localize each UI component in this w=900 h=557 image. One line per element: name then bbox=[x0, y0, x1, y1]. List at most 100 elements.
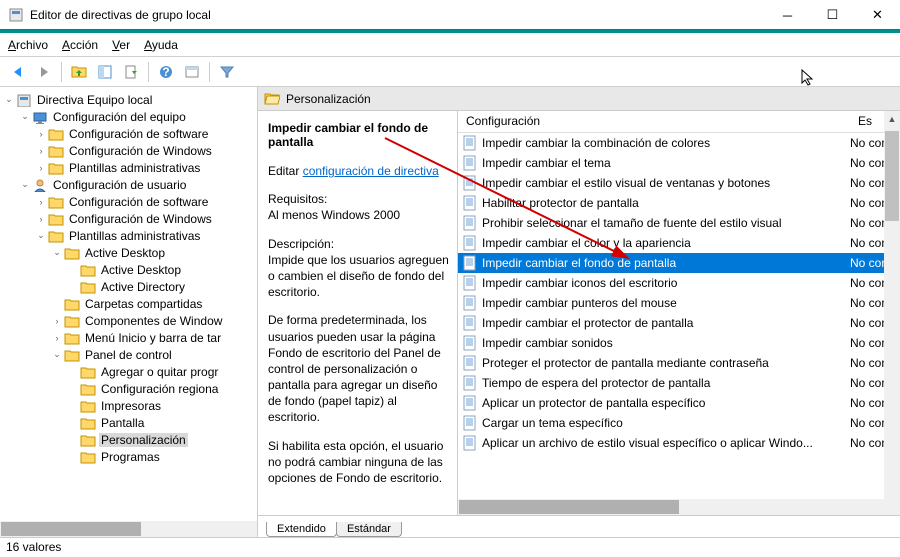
folder-closed-icon bbox=[80, 399, 96, 413]
tab-extendido[interactable]: Extendido bbox=[266, 522, 337, 537]
tree-node[interactable]: ›Configuración de software bbox=[2, 193, 257, 210]
list-vscroll[interactable]: ▲ ▼ bbox=[884, 111, 900, 515]
tree-node-label: Programas bbox=[99, 450, 162, 464]
expander-none bbox=[66, 399, 80, 413]
tree-node[interactable]: Pantalla bbox=[2, 414, 257, 431]
description-para2: De forma predeterminada, los usuarios pu… bbox=[268, 312, 449, 425]
filter-button[interactable] bbox=[215, 60, 239, 84]
policy-name: Impedir cambiar el protector de pantalla bbox=[482, 316, 850, 330]
policy-name: Tiempo de espera del protector de pantal… bbox=[482, 376, 850, 390]
policy-icon bbox=[462, 155, 478, 171]
tree-panel: ⌄Directiva Equipo local⌄Configuración de… bbox=[0, 87, 258, 537]
back-button[interactable] bbox=[6, 60, 30, 84]
tree-node-label: Configuración de Windows bbox=[67, 144, 214, 158]
list-row[interactable]: Impedir cambiar sonidosNo con bbox=[458, 333, 900, 353]
status-text: 16 valores bbox=[6, 540, 61, 554]
up-button[interactable] bbox=[67, 60, 91, 84]
col-header-config[interactable]: Configuración bbox=[458, 111, 850, 132]
scroll-up-icon[interactable]: ▲ bbox=[884, 111, 900, 127]
tree-node[interactable]: Programas bbox=[2, 448, 257, 465]
tree-node[interactable]: Active Desktop bbox=[2, 261, 257, 278]
menu-ayuda[interactable]: Ayuda bbox=[144, 38, 178, 52]
list-row[interactable]: Cargar un tema específicoNo con bbox=[458, 413, 900, 433]
menu-archivo[interactable]: Archivo bbox=[8, 38, 48, 52]
tree-node[interactable]: Active Directory bbox=[2, 278, 257, 295]
tree-hscroll[interactable] bbox=[0, 521, 257, 537]
tabs-row: Extendido Estándar bbox=[258, 515, 900, 537]
tree-node[interactable]: › Configuración de Windows bbox=[2, 210, 257, 227]
policy-name: Aplicar un protector de pantalla específ… bbox=[482, 396, 850, 410]
tree-node-label: Configuración de Windows bbox=[67, 212, 214, 226]
expander-open-icon: ⌄ bbox=[18, 110, 32, 124]
close-button[interactable]: ✕ bbox=[855, 0, 900, 30]
list-hscroll[interactable] bbox=[458, 499, 900, 515]
tree-node-label: Configuración de usuario bbox=[51, 178, 188, 192]
tree-node-label: Active Desktop bbox=[83, 246, 167, 260]
forward-button[interactable] bbox=[32, 60, 56, 84]
list-row[interactable]: Impedir cambiar la combinación de colore… bbox=[458, 133, 900, 153]
edit-policy-link[interactable]: configuración de directiva bbox=[303, 164, 439, 178]
tree-node-label: Componentes de Window bbox=[83, 314, 224, 328]
requirements-label: Requisitos: bbox=[268, 191, 449, 207]
help-button[interactable]: ? bbox=[154, 60, 178, 84]
list-row[interactable]: Aplicar un protector de pantalla específ… bbox=[458, 393, 900, 413]
menu-ver[interactable]: Ver bbox=[112, 38, 130, 52]
list-row[interactable]: Impedir cambiar iconos del escritorioNo … bbox=[458, 273, 900, 293]
tree-node-label: Configuración regiona bbox=[99, 382, 220, 396]
expander-closed-icon: › bbox=[34, 144, 48, 158]
minimize-button[interactable]: ─ bbox=[765, 0, 810, 30]
menu-accion[interactable]: Acción bbox=[62, 38, 98, 52]
tree-node[interactable]: ⌄Plantillas administrativas bbox=[2, 227, 257, 244]
right-panel: Personalización Impedir cambiar el fondo… bbox=[258, 87, 900, 537]
list-row[interactable]: Impedir cambiar el color y la apariencia… bbox=[458, 233, 900, 253]
policy-icon bbox=[462, 135, 478, 151]
tab-estandar[interactable]: Estándar bbox=[336, 522, 402, 537]
list-row[interactable]: Impedir cambiar el temaNo con bbox=[458, 153, 900, 173]
tree-node-label: Configuración del equipo bbox=[51, 110, 188, 124]
policy-name: Impedir cambiar el tema bbox=[482, 156, 850, 170]
policy-icon bbox=[462, 375, 478, 391]
expander-open-icon: ⌄ bbox=[2, 93, 16, 107]
list-row[interactable]: Impedir cambiar el protector de pantalla… bbox=[458, 313, 900, 333]
expander-none bbox=[66, 263, 80, 277]
policy-name: Cargar un tema específico bbox=[482, 416, 850, 430]
list-row[interactable]: Impedir cambiar punteros del mouseNo con bbox=[458, 293, 900, 313]
list-row[interactable]: Tiempo de espera del protector de pantal… bbox=[458, 373, 900, 393]
tree-node[interactable]: ›Plantillas administrativas bbox=[2, 159, 257, 176]
tree-node[interactable]: Personalización bbox=[2, 431, 257, 448]
tree-node[interactable]: ›Menú Inicio y barra de tar bbox=[2, 329, 257, 346]
expander-none bbox=[66, 365, 80, 379]
tree-node[interactable]: Agregar o quitar progr bbox=[2, 363, 257, 380]
folder-closed-icon bbox=[48, 144, 64, 158]
folder-closed-icon bbox=[64, 314, 80, 328]
expander-closed-icon: › bbox=[50, 314, 64, 328]
tree-node[interactable]: ⌄Directiva Equipo local bbox=[2, 91, 257, 108]
folder-closed-icon bbox=[80, 365, 96, 379]
tree-node[interactable]: ⌄Active Desktop bbox=[2, 244, 257, 261]
export-button[interactable] bbox=[119, 60, 143, 84]
tree-node[interactable]: ›Configuración de software bbox=[2, 125, 257, 142]
maximize-button[interactable]: ☐ bbox=[810, 0, 855, 30]
tree-node[interactable]: ⌄Panel de control bbox=[2, 346, 257, 363]
list-row[interactable]: Aplicar un archivo de estilo visual espe… bbox=[458, 433, 900, 453]
tree-node[interactable]: ⌄ Configuración del equipo bbox=[2, 108, 257, 125]
list-row[interactable]: Habilitar protector de pantallaNo con bbox=[458, 193, 900, 213]
description-text: Impide que los usuarios agreguen o cambi… bbox=[268, 252, 449, 301]
list-row[interactable]: Impedir cambiar el fondo de pantallaNo c… bbox=[458, 253, 900, 273]
policy-icon bbox=[462, 235, 478, 251]
list-row[interactable]: Prohibir seleccionar el tamaño de fuente… bbox=[458, 213, 900, 233]
tree-node[interactable]: Carpetas compartidas bbox=[2, 295, 257, 312]
list-row[interactable]: Proteger el protector de pantalla median… bbox=[458, 353, 900, 373]
tree-node[interactable]: Configuración regiona bbox=[2, 380, 257, 397]
policy-name: Impedir cambiar punteros del mouse bbox=[482, 296, 850, 310]
folder-closed-icon bbox=[80, 263, 96, 277]
show-hide-tree-button[interactable] bbox=[93, 60, 117, 84]
tree-node[interactable]: Impresoras bbox=[2, 397, 257, 414]
list-row[interactable]: Impedir cambiar el estilo visual de vent… bbox=[458, 173, 900, 193]
expander-closed-icon: › bbox=[34, 212, 48, 226]
tree-node[interactable]: › Componentes de Window bbox=[2, 312, 257, 329]
tree-node[interactable]: › Configuración de Windows bbox=[2, 142, 257, 159]
tree-node[interactable]: ⌄Configuración de usuario bbox=[2, 176, 257, 193]
policy-list-panel: Configuración Es Impedir cambiar la comb… bbox=[458, 111, 900, 515]
properties-button[interactable] bbox=[180, 60, 204, 84]
